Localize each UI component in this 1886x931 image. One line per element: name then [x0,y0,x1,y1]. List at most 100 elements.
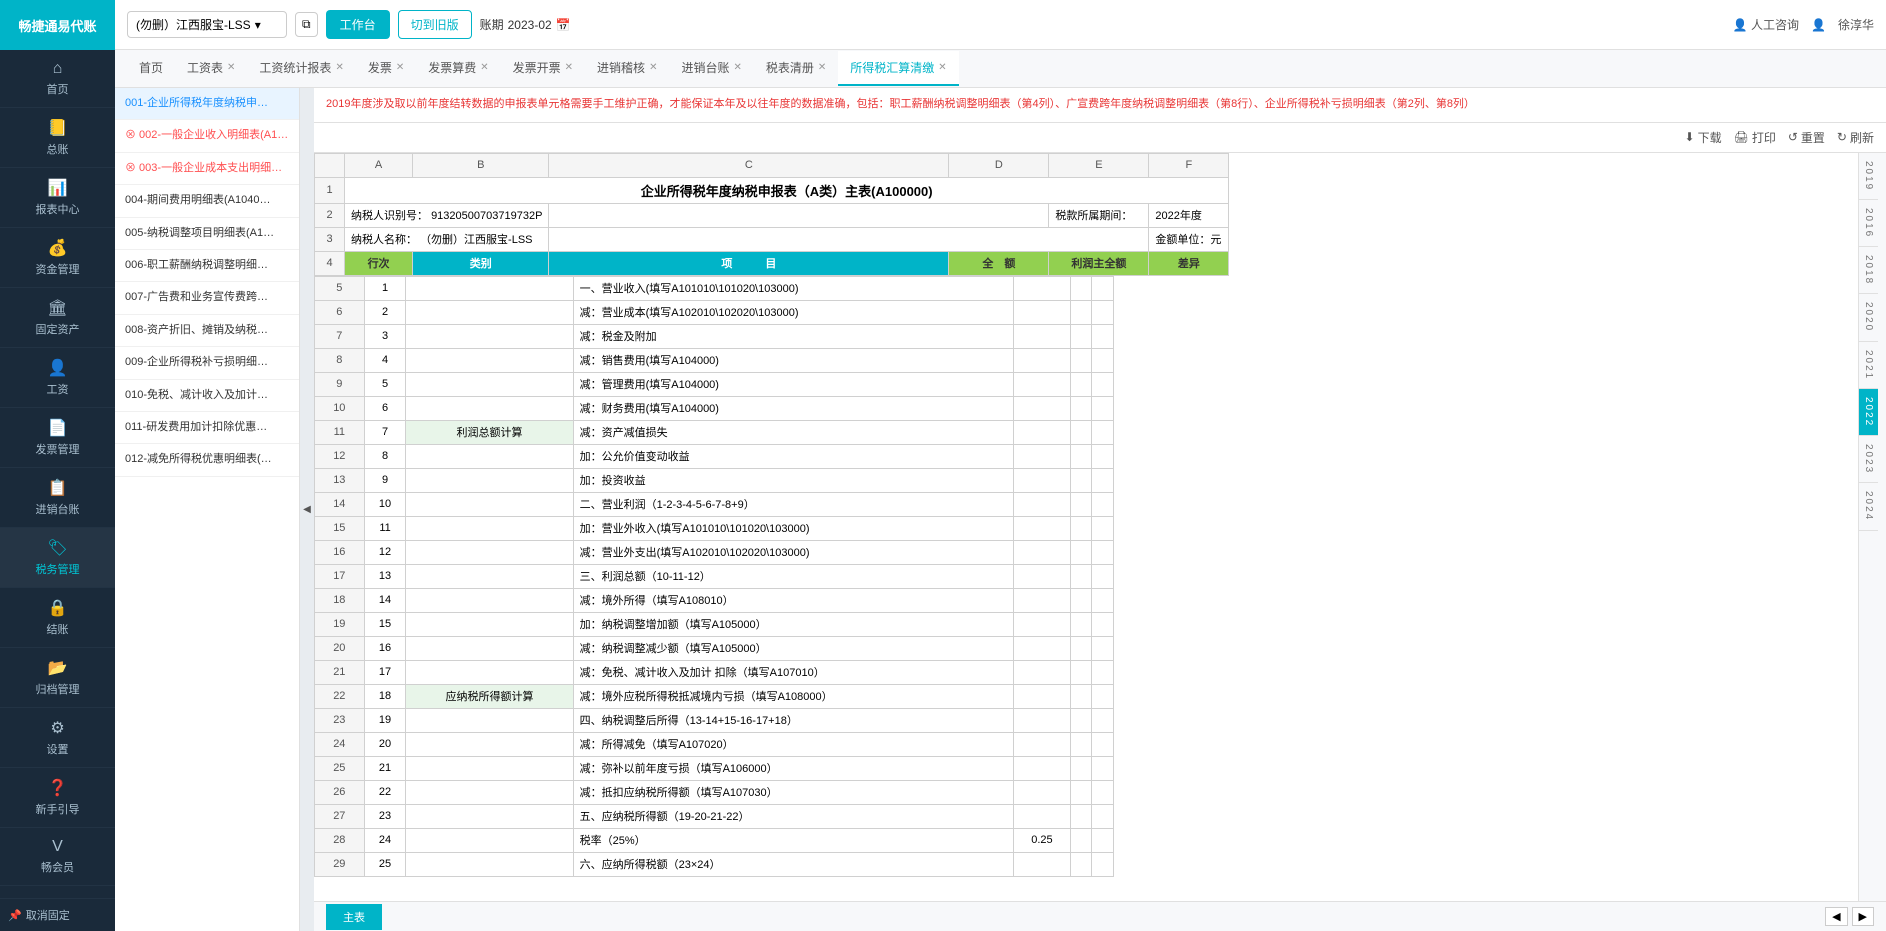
tab-close-icon[interactable]: ✕ [335,62,343,73]
cell-diff[interactable] [1092,612,1114,636]
cell-amount[interactable] [1013,660,1070,684]
sidebar-item-invoice[interactable]: 📄发票管理 [0,408,115,468]
cell-profit-amount[interactable] [1070,660,1092,684]
tab-close-icon[interactable]: ✕ [733,62,741,73]
nav-tab-6[interactable]: 进销稽核✕ [585,51,669,86]
cell-profit-amount[interactable] [1070,756,1092,780]
nav-tab-9[interactable]: 所得税汇算清缴✕ [838,51,958,86]
nav-tab-5[interactable]: 发票开票✕ [501,51,585,86]
nav-tab-4[interactable]: 发票算费✕ [416,51,500,86]
cell-profit-amount[interactable] [1070,828,1092,852]
tab-main[interactable]: 主表 [326,904,382,930]
company-selector[interactable]: (勿删）江西服宝-LSS ▾ [127,11,287,38]
cell-diff[interactable] [1092,636,1114,660]
cell-amount[interactable] [1013,276,1070,300]
refresh-button[interactable]: ↻ 刷新 [1837,129,1874,146]
tab-close-icon[interactable]: ✕ [565,62,573,73]
nav-tab-8[interactable]: 税表清册✕ [754,51,838,86]
cell-diff[interactable] [1092,828,1114,852]
cell-profit-amount[interactable] [1070,492,1092,516]
report-list-item-001[interactable]: 001-企业所得税年度纳税申… [115,88,299,120]
cell-profit-amount[interactable] [1070,444,1092,468]
cell-profit-amount[interactable] [1070,780,1092,804]
cell-amount[interactable] [1013,612,1070,636]
cell-diff[interactable] [1092,804,1114,828]
cell-diff[interactable] [1092,660,1114,684]
year-item-2022[interactable]: 2022 [1859,389,1878,436]
tab-close-icon[interactable]: ✕ [938,62,946,73]
cell-amount[interactable] [1013,588,1070,612]
year-item-2019[interactable]: 2019 [1859,153,1878,200]
download-button[interactable]: ⬇ 下载 [1685,129,1722,146]
cell-profit-amount[interactable] [1070,420,1092,444]
cell-profit-amount[interactable] [1070,300,1092,324]
copy-icon-btn[interactable]: ⧉ [295,12,318,37]
cell-diff[interactable] [1092,420,1114,444]
cell-profit-amount[interactable] [1070,636,1092,660]
cell-amount[interactable] [1013,300,1070,324]
cell-amount[interactable] [1013,708,1070,732]
cell-amount[interactable] [1013,324,1070,348]
cell-diff[interactable] [1092,516,1114,540]
cell-diff[interactable] [1092,780,1114,804]
cell-profit-amount[interactable] [1070,516,1092,540]
sidebar-item-report[interactable]: 📊报表中心 [0,168,115,228]
cell-amount[interactable] [1013,348,1070,372]
report-list-item-008[interactable]: 008-资产折旧、摊销及纳税… [115,315,299,347]
cell-profit-amount[interactable] [1070,324,1092,348]
sidebar-item-ledger[interactable]: 📒总账 [0,108,115,168]
cell-amount[interactable] [1013,516,1070,540]
cell-diff[interactable] [1092,564,1114,588]
sidebar-item-fixed[interactable]: 🏛固定资产 [0,288,115,348]
cell-profit-amount[interactable] [1070,588,1092,612]
spreadsheet-wrapper[interactable]: A B C D E F 1 企业所 [314,153,1858,901]
cell-diff[interactable] [1092,540,1114,564]
cell-profit-amount[interactable] [1070,276,1092,300]
cell-diff[interactable] [1092,372,1114,396]
cell-amount[interactable] [1013,804,1070,828]
cell-profit-amount[interactable] [1070,732,1092,756]
cell-profit-amount[interactable] [1070,684,1092,708]
nav-prev-btn[interactable]: ◀ [1825,907,1847,926]
nav-tab-0[interactable]: 首页 [127,51,175,86]
cell-diff[interactable] [1092,684,1114,708]
cell-diff[interactable] [1092,324,1114,348]
tab-close-icon[interactable]: ✕ [480,62,488,73]
cell-profit-amount[interactable] [1070,540,1092,564]
year-item-2018[interactable]: 2018 [1859,247,1878,294]
cell-amount[interactable] [1013,420,1070,444]
nav-tab-2[interactable]: 工资统计报表✕ [247,51,355,86]
sidebar-item-tax[interactable]: 🏷税务管理 [0,528,115,588]
cell-diff[interactable] [1092,756,1114,780]
sidebar-item-assets[interactable]: 💰资金管理 [0,228,115,288]
tab-close-icon[interactable]: ✕ [818,62,826,73]
cell-diff[interactable] [1092,708,1114,732]
cell-amount[interactable] [1013,732,1070,756]
cell-amount[interactable] [1013,756,1070,780]
report-list-item-009[interactable]: 009-企业所得税补亏损明细… [115,347,299,379]
nav-tab-3[interactable]: 发票✕ [356,51,416,86]
cell-profit-amount[interactable] [1070,852,1092,876]
sidebar-unpin-button[interactable]: 📌 取消固定 [0,898,115,931]
report-list-item-003[interactable]: ⊗ 003-一般企业成本支出明细… [115,153,299,185]
cell-amount[interactable] [1013,636,1070,660]
cell-amount[interactable] [1013,468,1070,492]
cell-profit-amount[interactable] [1070,708,1092,732]
sidebar-item-member[interactable]: V畅会员 [0,828,115,886]
cell-diff[interactable] [1092,492,1114,516]
cell-profit-amount[interactable] [1070,804,1092,828]
cell-amount[interactable] [1013,780,1070,804]
cell-amount[interactable] [1013,492,1070,516]
cell-amount[interactable] [1013,852,1070,876]
sidebar-item-home[interactable]: ⌂首页 [0,50,115,108]
report-list-item-011[interactable]: 011-研发费用加计扣除优惠… [115,412,299,444]
tab-close-icon[interactable]: ✕ [227,62,235,73]
print-button[interactable]: 🖨 打印 [1734,129,1776,146]
cell-amount[interactable] [1013,444,1070,468]
sidebar-item-settings[interactable]: ⚙设置 [0,708,115,768]
report-list-item-005[interactable]: 005-纳税调整项目明细表(A1… [115,218,299,250]
cell-profit-amount[interactable] [1070,612,1092,636]
cell-amount[interactable] [1013,564,1070,588]
sidebar-item-close[interactable]: 🔒结账 [0,588,115,648]
cell-amount[interactable] [1013,540,1070,564]
